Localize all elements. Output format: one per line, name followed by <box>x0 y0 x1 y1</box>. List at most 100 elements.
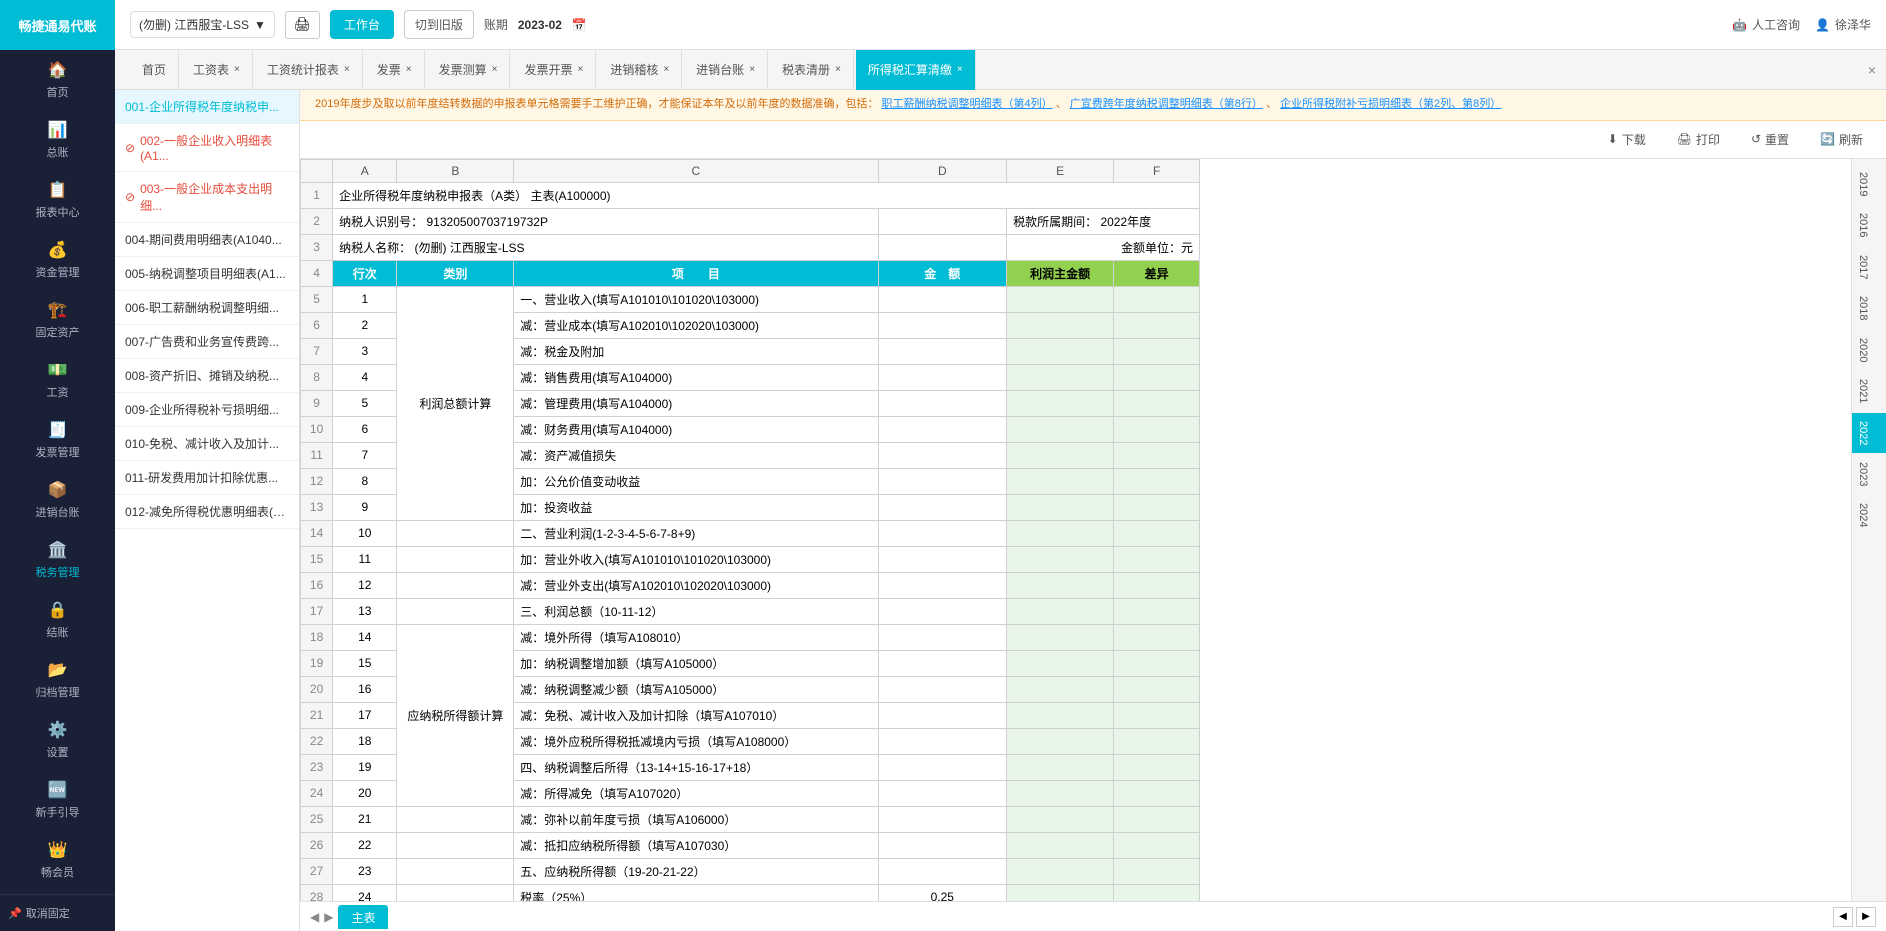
tab-invoice-calc[interactable]: 发票测算 × <box>427 50 511 90</box>
sidebar-item-vip[interactable]: 👑 畅会员 <box>0 830 115 890</box>
assets-icon: 💰 <box>48 240 68 260</box>
sidebar-item-salary[interactable]: 💵 工资 <box>0 350 115 410</box>
category-profit-calc: 利润总额计算 <box>397 286 514 520</box>
tab-invoice[interactable]: 发票 × <box>365 50 425 90</box>
invoices-icon: 🧾 <box>48 420 68 440</box>
year-item-2021[interactable]: 2021 <box>1852 371 1886 411</box>
left-item-009[interactable]: 009-企业所得税补亏损明细... <box>115 393 299 427</box>
left-item-004[interactable]: 004-期间费用明细表(A1040... <box>115 223 299 257</box>
left-item-001[interactable]: 001-企业所得税年度纳税申... <box>115 90 299 124</box>
close-tab-tax-list[interactable]: × <box>835 64 841 75</box>
tab-tax-list[interactable]: 税表清册 × <box>770 50 854 90</box>
year-item-2017[interactable]: 2017 <box>1852 247 1886 287</box>
print-doc-button[interactable]: 🖨 <box>285 11 320 39</box>
tab-salary-stats[interactable]: 工资统计报表 × <box>255 50 363 90</box>
warning-link-2[interactable]: 广宣费跨年度纳税调整明细表（第8行） <box>1070 98 1263 110</box>
sidebar-bottom: 📌 取消固定 <box>0 894 115 931</box>
tab-sales-audit[interactable]: 进销稽核 × <box>598 50 682 90</box>
switch-version-button[interactable]: 切到旧版 <box>404 10 474 39</box>
left-item-011[interactable]: 011-研发费用加计扣除优惠... <box>115 461 299 495</box>
app-logo: 畅捷通易代账 <box>0 0 115 50</box>
tab-income-tax[interactable]: 所得税汇算清缴 × <box>856 50 976 90</box>
year-item-2022[interactable]: 2022 <box>1852 413 1886 453</box>
sidebar-item-invoices[interactable]: 🧾 发票管理 <box>0 410 115 470</box>
user-avatar: 👤 <box>1815 18 1830 32</box>
close-tab-invoice[interactable]: × <box>406 64 412 75</box>
sidebar-item-archive[interactable]: 📂 归档管理 <box>0 650 115 710</box>
prev-sheet-icon[interactable]: ◀ <box>310 910 319 924</box>
table-row: 18 14 应纳税所得额计算 减：境外所得（填写A108010） <box>301 624 1200 650</box>
year-item-2024[interactable]: 2024 <box>1852 495 1886 535</box>
sidebar-item-fixed-assets[interactable]: 🏗️ 固定资产 <box>0 290 115 350</box>
cancel-fixed-button[interactable]: 📌 取消固定 <box>0 895 115 931</box>
table-row: 5 1 利润总额计算 一、营业收入(填写A101010\101020\10300… <box>301 286 1200 312</box>
close-period-icon: 🔒 <box>48 600 68 620</box>
tab-salary[interactable]: 工资表 × <box>181 50 253 90</box>
refresh-button[interactable]: 🔄 刷新 <box>1812 127 1871 152</box>
top-right: 🤖 人工咨询 👤 徐泽华 <box>1732 16 1871 33</box>
tab-home[interactable]: 首页 <box>130 50 179 90</box>
salary-icon: 💵 <box>48 360 68 380</box>
close-tab-invoice-open[interactable]: × <box>577 64 583 75</box>
close-tab-sales-audit[interactable]: × <box>663 64 669 75</box>
table-row: 1 企业所得税年度纳税申报表（A类） 主表(A100000) <box>301 182 1200 208</box>
reset-icon: ↺ <box>1751 132 1761 146</box>
left-item-007[interactable]: 007-广告费和业务宣传费跨... <box>115 325 299 359</box>
workbench-button[interactable]: 工作台 <box>330 10 394 39</box>
sidebar-item-ledger[interactable]: 📊 总账 <box>0 110 115 170</box>
left-item-010[interactable]: 010-免税、减计收入及加计... <box>115 427 299 461</box>
scroll-right-button[interactable]: ▶ <box>1856 907 1876 927</box>
sidebar-item-guide[interactable]: 🆕 新手引导 <box>0 770 115 830</box>
year-item-2016[interactable]: 2016 <box>1852 205 1886 245</box>
close-tab-salary[interactable]: × <box>234 64 240 75</box>
sales-icon: 📦 <box>48 480 68 500</box>
user-profile[interactable]: 👤 徐泽华 <box>1815 16 1871 33</box>
year-item-2020[interactable]: 2020 <box>1852 330 1886 370</box>
left-panel: 001-企业所得税年度纳税申... ⊘ 002-一般企业收入明细表(A1... … <box>115 90 300 931</box>
sidebar-item-reports[interactable]: 📋 报表中心 <box>0 170 115 230</box>
close-tab-sales-ledger[interactable]: × <box>749 64 755 75</box>
next-sheet-icon[interactable]: ▶ <box>324 910 333 924</box>
warning-link-1[interactable]: 职工薪酬纳税调整明细表（第4列） <box>882 98 1053 110</box>
sidebar-item-settings[interactable]: ⚙️ 设置 <box>0 710 115 770</box>
tab-invoice-open[interactable]: 发票开票 × <box>512 50 596 90</box>
left-item-008[interactable]: 008-资产折旧、摊销及纳税... <box>115 359 299 393</box>
sidebar: 畅捷通易代账 🏠 首页 📊 总账 📋 报表中心 💰 资金管理 🏗️ 固定资产 💵… <box>0 0 115 931</box>
year-item-2023[interactable]: 2023 <box>1852 454 1886 494</box>
left-item-005[interactable]: 005-纳税调整项目明细表(A1... <box>115 257 299 291</box>
left-item-012[interactable]: 012-减免所得税优惠明细表(… <box>115 495 299 529</box>
pin-icon: 📌 <box>8 907 22 920</box>
col-header-A: A <box>333 159 397 182</box>
year-item-2018[interactable]: 2018 <box>1852 288 1886 328</box>
close-tab-income-tax[interactable]: × <box>957 64 963 75</box>
sidebar-item-assets[interactable]: 💰 资金管理 <box>0 230 115 290</box>
ai-icon: 🤖 <box>1732 18 1747 32</box>
vip-icon: 👑 <box>48 840 68 860</box>
row-num: 2 <box>301 208 333 234</box>
table-row: 26 22 减：抵扣应纳税所得额（填写A107030） <box>301 832 1200 858</box>
left-item-006[interactable]: 006-职工薪酬纳税调整明细... <box>115 291 299 325</box>
download-button[interactable]: ⬇ 下载 <box>1600 127 1654 152</box>
sidebar-item-sales[interactable]: 📦 进销台账 <box>0 470 115 530</box>
bottom-tab-main[interactable]: 主表 <box>338 905 388 929</box>
sidebar-item-home[interactable]: 🏠 首页 <box>0 50 115 110</box>
left-item-002[interactable]: ⊘ 002-一般企业收入明细表(A1... <box>115 124 299 172</box>
sidebar-item-tax[interactable]: 🏛️ 税务管理 <box>0 530 115 590</box>
ai-query[interactable]: 🤖 人工咨询 <box>1732 16 1800 33</box>
company-selector[interactable]: (勿删) 江西服宝-LSS ▼ <box>130 11 275 38</box>
fixed-assets-icon: 🏗️ <box>48 300 68 320</box>
reset-button[interactable]: ↺ 重置 <box>1743 127 1797 152</box>
currency-cell: 金额单位：元 <box>1007 234 1200 260</box>
left-item-003[interactable]: ⊘ 003-一般企业成本支出明细... <box>115 172 299 223</box>
close-tab-invoice-calc[interactable]: × <box>492 64 498 75</box>
print-button[interactable]: 🖨 打印 <box>1669 127 1728 152</box>
year-item-2019[interactable]: 2019 <box>1852 164 1886 204</box>
row-num: 3 <box>301 234 333 260</box>
warning-link-3[interactable]: 企业所得税附补亏损明细表（第2列、第8列） <box>1280 98 1501 110</box>
tab-sales-ledger[interactable]: 进销台账 × <box>684 50 768 90</box>
scroll-left-button[interactable]: ◀ <box>1833 907 1853 927</box>
col-header-D: D <box>878 159 1007 182</box>
close-all-tabs[interactable]: × <box>1868 62 1876 78</box>
sidebar-item-close[interactable]: 🔒 结账 <box>0 590 115 650</box>
close-tab-salary-stats[interactable]: × <box>344 64 350 75</box>
